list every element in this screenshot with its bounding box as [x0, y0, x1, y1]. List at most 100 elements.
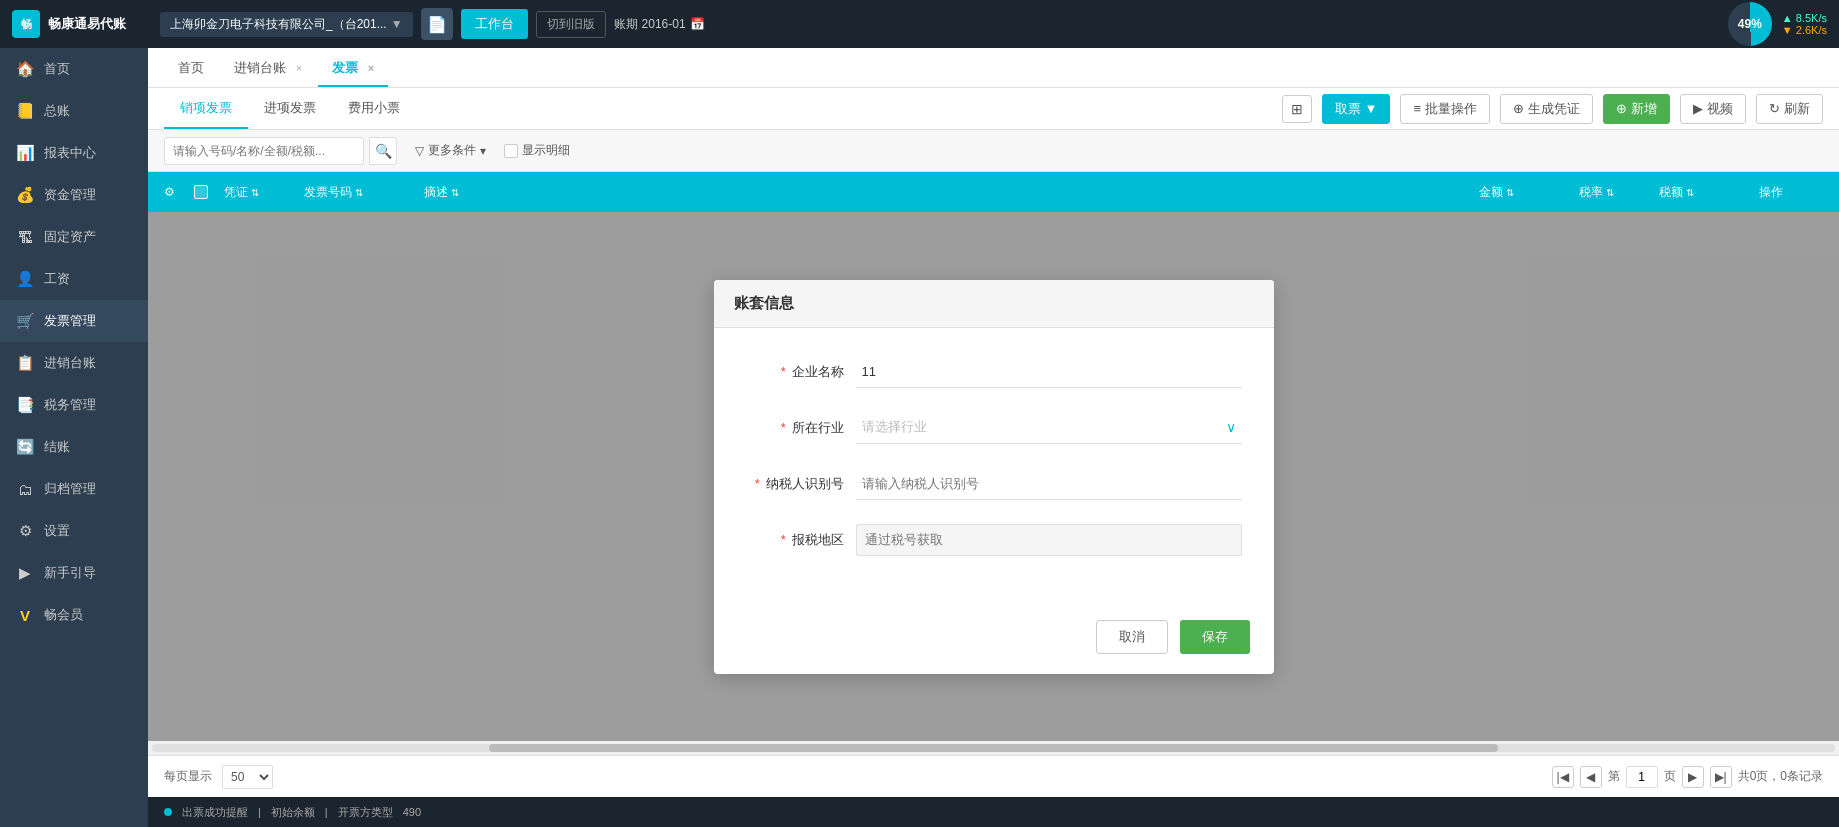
subtab-sales-invoice[interactable]: 销项发票 — [164, 89, 248, 129]
th-voucher: 凭证 ⇅ — [216, 184, 296, 201]
sidebar-item-label: 发票管理 — [44, 312, 96, 330]
add-new-button[interactable]: ⊕ 新增 — [1603, 94, 1670, 124]
sidebar: 畅 畅康通易代账 🏠 首页 📒 总账 📊 报表中心 💰 资金管理 🏗 固定资产 … — [0, 0, 148, 827]
search-button[interactable]: 🔍 — [369, 137, 397, 165]
subtab-expense-ticket[interactable]: 费用小票 — [332, 89, 416, 129]
gen-voucher-button[interactable]: ⊕ 生成凭证 — [1500, 94, 1593, 124]
first-page-button[interactable]: |◀ — [1552, 766, 1574, 788]
page-input[interactable] — [1626, 766, 1658, 788]
modal-footer: 取消 保存 — [714, 608, 1274, 674]
vip-icon: V — [16, 607, 34, 624]
subtab-bar: 销项发票 进项发票 费用小票 ⊞ 取票 ▼ ≡ 批量操作 ⊕ 生成凭证 — [148, 88, 1839, 130]
calendar-icon[interactable]: 📅 — [690, 17, 705, 31]
select-all-checkbox[interactable] — [194, 185, 208, 199]
taxid-input[interactable] — [856, 468, 1242, 500]
settings-col-icon[interactable]: ⚙ — [164, 185, 175, 199]
th-settings: ⚙ — [156, 185, 186, 199]
sidebar-item-tax-mgmt[interactable]: 📑 税务管理 — [0, 384, 148, 426]
funds-icon: 💰 — [16, 186, 34, 204]
add-new-icon: ⊕ — [1616, 101, 1627, 116]
save-button[interactable]: 保存 — [1180, 620, 1250, 654]
industry-select[interactable]: 请选择行业 ∨ — [856, 412, 1242, 444]
status-separator2: | — [325, 806, 328, 818]
sort-icon: ⇅ — [451, 187, 459, 198]
search-icon: 🔍 — [375, 143, 392, 159]
tab-invoice[interactable]: 发票 × — [318, 51, 388, 87]
more-filter-label: 更多条件 — [428, 142, 476, 159]
add-new-label: 新增 — [1631, 100, 1657, 118]
company-name: 上海卯金刀电子科技有限公司_（台201... — [170, 16, 387, 33]
status-text-3: 开票方类型 — [338, 805, 393, 820]
logo-text: 畅康通易代账 — [48, 15, 126, 33]
sidebar-logo: 畅 畅康通易代账 — [0, 0, 148, 48]
status-dot — [164, 808, 172, 816]
tab-home[interactable]: 首页 — [164, 51, 218, 87]
batch-op-icon: ≡ — [1413, 101, 1421, 116]
modal-body: * 企业名称 * 所在行业 请选择行业 ∨ — [714, 328, 1274, 608]
sidebar-item-reports[interactable]: 📊 报表中心 — [0, 132, 148, 174]
per-page-select[interactable]: 50 100 200 — [222, 765, 273, 789]
page-label: 第 — [1608, 768, 1620, 785]
sidebar-item-funds[interactable]: 💰 资金管理 — [0, 174, 148, 216]
gen-voucher-icon: ⊕ — [1513, 101, 1524, 116]
sidebar-item-vip[interactable]: V 畅会员 — [0, 594, 148, 636]
speed-percent: 49% — [1738, 17, 1762, 31]
tab-trade-ledger-close[interactable]: × — [296, 62, 302, 74]
sidebar-item-label: 首页 — [44, 60, 70, 78]
sidebar-item-label: 进销台账 — [44, 354, 96, 372]
sidebar-item-home[interactable]: 🏠 首页 — [0, 48, 148, 90]
fixed-assets-icon: 🏗 — [16, 229, 34, 246]
taxregion-input — [856, 524, 1242, 556]
scroll-track — [152, 744, 1835, 752]
settings-icon: ⚙ — [16, 522, 34, 540]
sidebar-item-settlement[interactable]: 🔄 结账 — [0, 426, 148, 468]
tab-trade-ledger[interactable]: 进销台账 × — [220, 51, 316, 87]
document-icon-btn[interactable]: 📄 — [421, 8, 453, 40]
next-page-button[interactable]: ▶ — [1682, 766, 1704, 788]
old-version-button[interactable]: 切到旧版 — [536, 11, 606, 38]
sidebar-item-label: 归档管理 — [44, 480, 96, 498]
sidebar-item-invoice-mgmt[interactable]: 🛒 发票管理 — [0, 300, 148, 342]
sidebar-item-label: 固定资产 — [44, 228, 96, 246]
subtab-purchase-label: 进项发票 — [264, 100, 316, 115]
refresh-button[interactable]: ↻ 刷新 — [1756, 94, 1823, 124]
prev-page-button[interactable]: ◀ — [1580, 766, 1602, 788]
sidebar-item-ledger[interactable]: 📒 总账 — [0, 90, 148, 132]
show-detail-toggle[interactable]: 显示明细 — [504, 142, 570, 159]
video-icon: ▶ — [1693, 101, 1703, 116]
ticket-button[interactable]: 取票 ▼ — [1322, 94, 1391, 124]
workbench-button[interactable]: 工作台 — [461, 9, 528, 39]
batch-op-button[interactable]: ≡ 批量操作 — [1400, 94, 1490, 124]
video-button[interactable]: ▶ 视频 — [1680, 94, 1746, 124]
form-row-taxid: * 纳税人识别号 — [746, 468, 1242, 500]
account-info-modal: 账套信息 * 企业名称 * 所在行业 — [714, 280, 1274, 674]
subtab-purchase-invoice[interactable]: 进项发票 — [248, 89, 332, 129]
required-star: * — [781, 420, 786, 435]
sidebar-item-trade-ledger[interactable]: 📋 进销台账 — [0, 342, 148, 384]
sidebar-item-guide[interactable]: ▶ 新手引导 — [0, 552, 148, 594]
grid-icon: ⊞ — [1291, 101, 1303, 117]
form-row-company: * 企业名称 — [746, 356, 1242, 388]
tab-invoice-close[interactable]: × — [368, 62, 374, 74]
show-detail-checkbox[interactable] — [504, 144, 518, 158]
more-filter-button[interactable]: ▽ 更多条件 ▾ — [407, 139, 494, 162]
scroll-thumb[interactable] — [489, 744, 1499, 752]
required-star: * — [781, 364, 786, 379]
reports-icon: 📊 — [16, 144, 34, 162]
company-name-input[interactable] — [856, 356, 1242, 388]
search-input[interactable] — [164, 137, 364, 165]
company-selector[interactable]: 上海卯金刀电子科技有限公司_（台201... ▼ — [160, 12, 413, 37]
grid-view-button[interactable]: ⊞ — [1282, 95, 1312, 123]
sidebar-item-fixed-assets[interactable]: 🏗 固定资产 — [0, 216, 148, 258]
sidebar-item-archive[interactable]: 🗂 归档管理 — [0, 468, 148, 510]
th-invoice-number: 发票号码 ⇅ — [296, 184, 416, 201]
sidebar-item-label: 税务管理 — [44, 396, 96, 414]
settlement-icon: 🔄 — [16, 438, 34, 456]
status-amount: 490 — [403, 806, 421, 818]
horizontal-scrollbar[interactable] — [148, 741, 1839, 755]
cancel-button[interactable]: 取消 — [1096, 620, 1168, 654]
last-page-button[interactable]: ▶| — [1710, 766, 1732, 788]
sidebar-item-settings[interactable]: ⚙ 设置 — [0, 510, 148, 552]
sidebar-item-label: 工资 — [44, 270, 70, 288]
sidebar-item-payroll[interactable]: 👤 工资 — [0, 258, 148, 300]
